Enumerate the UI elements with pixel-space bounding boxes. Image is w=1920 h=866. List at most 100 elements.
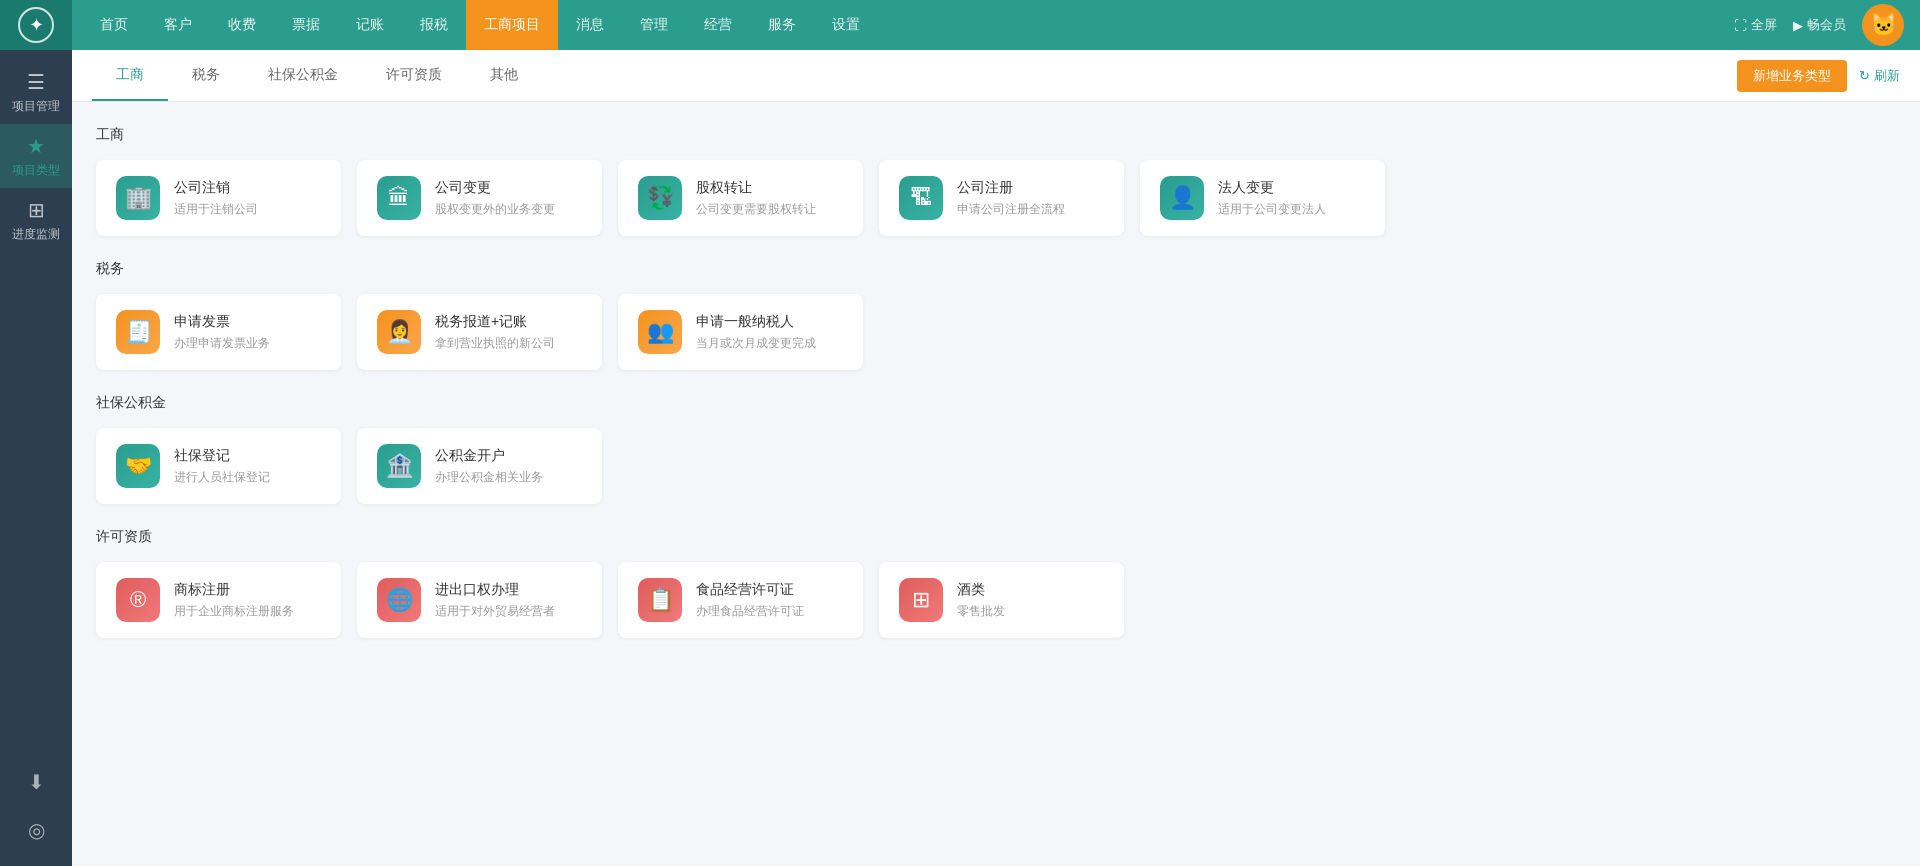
cards-grid: 🧾 申请发票 办理申请发票业务 👩‍💼 税务报道+记账 拿到营业执照的新公司 👥… [96, 294, 1896, 370]
vip-icon: ▶ [1793, 18, 1803, 33]
sidebar-item-项目类型[interactable]: ★ 项目类型 [0, 124, 72, 188]
download-icon[interactable]: ⬇ [16, 762, 56, 802]
card-icon: 👥 [638, 310, 682, 354]
mascot-avatar[interactable]: 🐱 [1862, 4, 1904, 46]
nav-item-经营[interactable]: 经营 [686, 0, 750, 50]
section-税务: 税务 🧾 申请发票 办理申请发票业务 👩‍💼 税务报道+记账 拿到营业执照的新公… [96, 260, 1896, 370]
card-icon: 👩‍💼 [377, 310, 421, 354]
card-title: 进出口权办理 [435, 581, 582, 599]
card-desc: 办理食品经营许可证 [696, 603, 843, 620]
new-type-button[interactable]: 新增业务类型 [1737, 60, 1847, 92]
service-card-股权转让[interactable]: 💱 股权转让 公司变更需要股权转让 [618, 160, 863, 236]
service-card-申请发票[interactable]: 🧾 申请发票 办理申请发票业务 [96, 294, 341, 370]
card-text: 酒类 零售批发 [957, 581, 1104, 620]
nav-items: 首页客户收费票据记账报税工商项目消息管理经营服务设置 [72, 0, 1734, 50]
card-icon: 🧾 [116, 310, 160, 354]
service-card-公积金开户[interactable]: 🏦 公积金开户 办理公积金相关业务 [357, 428, 602, 504]
card-title: 公积金开户 [435, 447, 582, 465]
tab-税务[interactable]: 税务 [168, 50, 244, 101]
content-scroll[interactable]: 工商 🏢 公司注销 适用于注销公司 🏛 公司变更 股权变更外的业务变更 💱 股权… [72, 102, 1920, 866]
service-card-酒类[interactable]: ⊞ 酒类 零售批发 [879, 562, 1124, 638]
sidebar-item-项目管理[interactable]: ☰ 项目管理 [0, 60, 72, 124]
card-desc: 适用于注销公司 [174, 201, 321, 218]
cards-grid: 🏢 公司注销 适用于注销公司 🏛 公司变更 股权变更外的业务变更 💱 股权转让 … [96, 160, 1896, 236]
nav-item-记账[interactable]: 记账 [338, 0, 402, 50]
cards-grid: 🤝 社保登记 进行人员社保登记 🏦 公积金开户 办理公积金相关业务 [96, 428, 1896, 504]
nav-item-设置[interactable]: 设置 [814, 0, 878, 50]
card-text: 社保登记 进行人员社保登记 [174, 447, 321, 486]
card-title: 税务报道+记账 [435, 313, 582, 331]
section-title: 许可资质 [96, 528, 1896, 546]
nav-item-工商项目[interactable]: 工商项目 [466, 0, 558, 50]
card-title: 股权转让 [696, 179, 843, 197]
nav-item-票据[interactable]: 票据 [274, 0, 338, 50]
sidebar-item-label: 项目管理 [12, 98, 60, 115]
card-desc: 公司变更需要股权转让 [696, 201, 843, 218]
nav-item-客户[interactable]: 客户 [146, 0, 210, 50]
section-许可资质: 许可资质 ® 商标注册 用于企业商标注册服务 🌐 进出口权办理 适用于对外贸易经… [96, 528, 1896, 638]
card-text: 公积金开户 办理公积金相关业务 [435, 447, 582, 486]
nav-item-首页[interactable]: 首页 [82, 0, 146, 50]
card-icon: ® [116, 578, 160, 622]
tab-许可资质[interactable]: 许可资质 [362, 50, 466, 101]
vip-btn[interactable]: ▶ 畅会员 [1793, 16, 1846, 34]
card-text: 进出口权办理 适用于对外贸易经营者 [435, 581, 582, 620]
tab-工商[interactable]: 工商 [92, 50, 168, 101]
tab-其他[interactable]: 其他 [466, 50, 542, 101]
service-card-公司注册[interactable]: 🏗 公司注册 申请公司注册全流程 [879, 160, 1124, 236]
service-card-税务报道+记账[interactable]: 👩‍💼 税务报道+记账 拿到营业执照的新公司 [357, 294, 602, 370]
sidebar: ☰ 项目管理 ★ 项目类型 ⊞进度监测 ⬇ ◎ [0, 50, 72, 866]
nav-item-管理[interactable]: 管理 [622, 0, 686, 50]
section-title: 工商 [96, 126, 1896, 144]
card-icon: ⊞ [899, 578, 943, 622]
main-layout: ☰项目管理★项目类型⊞进度监测⬇◎ 工商税务社保公积金许可资质其他 新增业务类型… [0, 50, 1920, 866]
service-card-社保登记[interactable]: 🤝 社保登记 进行人员社保登记 [96, 428, 341, 504]
tab-社保公积金[interactable]: 社保公积金 [244, 50, 362, 101]
service-card-法人变更[interactable]: 👤 法人变更 适用于公司变更法人 [1140, 160, 1385, 236]
card-title: 申请发票 [174, 313, 321, 331]
sidebar-icon: ☰ [27, 70, 45, 94]
location-icon[interactable]: ◎ [16, 810, 56, 850]
card-title: 食品经营许可证 [696, 581, 843, 599]
service-card-商标注册[interactable]: ® 商标注册 用于企业商标注册服务 [96, 562, 341, 638]
card-text: 申请发票 办理申请发票业务 [174, 313, 321, 352]
refresh-button[interactable]: ↻ 刷新 [1859, 67, 1900, 85]
nav-item-服务[interactable]: 服务 [750, 0, 814, 50]
card-icon: 🌐 [377, 578, 421, 622]
card-desc: 办理公积金相关业务 [435, 469, 582, 486]
card-icon: 🏦 [377, 444, 421, 488]
card-desc: 股权变更外的业务变更 [435, 201, 582, 218]
nav-right: ⛶ 全屏 ▶ 畅会员 🐱 [1734, 4, 1920, 46]
fullscreen-icon: ⛶ [1734, 18, 1747, 33]
card-icon: 🏢 [116, 176, 160, 220]
service-card-进出口权办理[interactable]: 🌐 进出口权办理 适用于对外贸易经营者 [357, 562, 602, 638]
logo[interactable]: ✦ [0, 0, 72, 50]
card-title: 公司注销 [174, 179, 321, 197]
section-title: 税务 [96, 260, 1896, 278]
tabs-right: 新增业务类型 ↻ 刷新 [1737, 60, 1900, 92]
service-card-食品经营许可证[interactable]: 📋 食品经营许可证 办理食品经营许可证 [618, 562, 863, 638]
logo-icon: ✦ [18, 7, 54, 43]
card-icon: 👤 [1160, 176, 1204, 220]
card-icon: 📋 [638, 578, 682, 622]
cards-grid: ® 商标注册 用于企业商标注册服务 🌐 进出口权办理 适用于对外贸易经营者 📋 … [96, 562, 1896, 638]
card-text: 税务报道+记账 拿到营业执照的新公司 [435, 313, 582, 352]
service-card-申请一般纳税人[interactable]: 👥 申请一般纳税人 当月或次月成变更完成 [618, 294, 863, 370]
nav-item-消息[interactable]: 消息 [558, 0, 622, 50]
sidebar-item-label: 进度监测 [12, 226, 60, 243]
vip-label: 畅会员 [1807, 16, 1846, 34]
nav-item-收费[interactable]: 收费 [210, 0, 274, 50]
service-card-公司注销[interactable]: 🏢 公司注销 适用于注销公司 [96, 160, 341, 236]
card-title: 法人变更 [1218, 179, 1365, 197]
card-text: 股权转让 公司变更需要股权转让 [696, 179, 843, 218]
card-icon: 💱 [638, 176, 682, 220]
card-desc: 申请公司注册全流程 [957, 201, 1104, 218]
service-card-公司变更[interactable]: 🏛 公司变更 股权变更外的业务变更 [357, 160, 602, 236]
card-desc: 进行人员社保登记 [174, 469, 321, 486]
nav-item-报税[interactable]: 报税 [402, 0, 466, 50]
fullscreen-btn[interactable]: ⛶ 全屏 [1734, 16, 1777, 34]
sidebar-item-label: 项目类型 [12, 162, 60, 179]
sidebar-item-进度监测[interactable]: ⊞进度监测 [0, 188, 72, 252]
sidebar-icon: ★ [27, 134, 45, 158]
card-text: 申请一般纳税人 当月或次月成变更完成 [696, 313, 843, 352]
